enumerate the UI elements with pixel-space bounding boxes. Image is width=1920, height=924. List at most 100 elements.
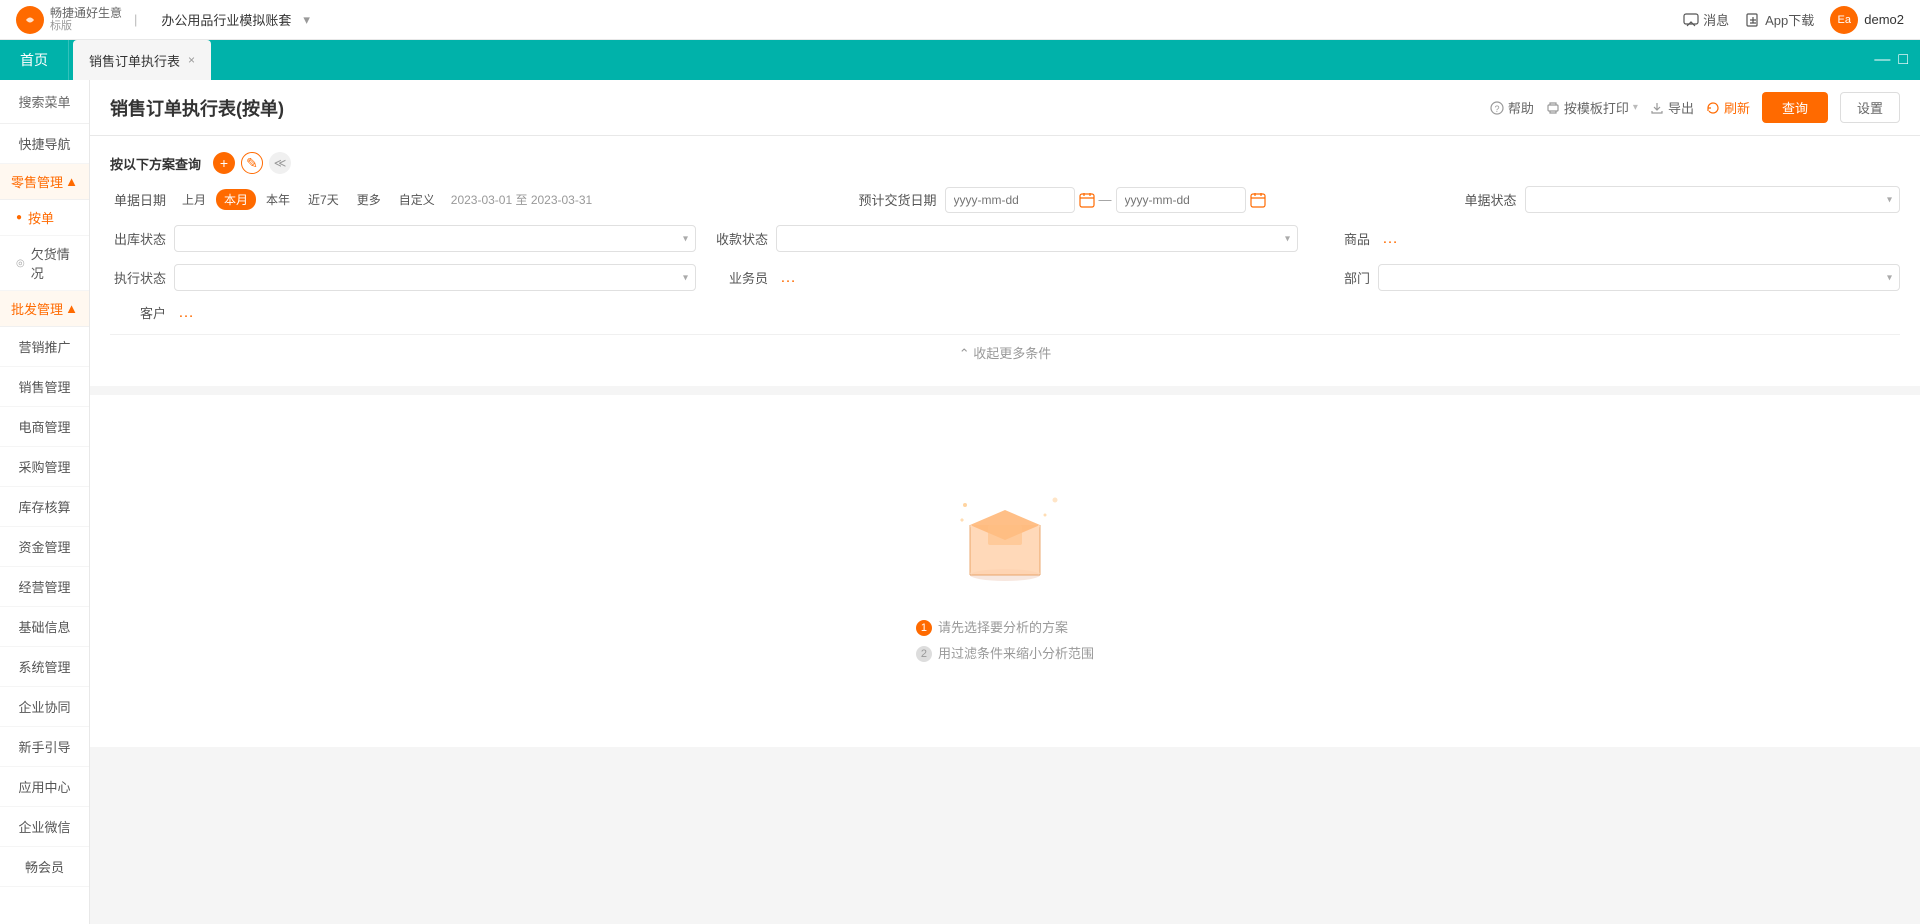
refresh-button[interactable]: 刷新 bbox=[1706, 98, 1750, 117]
sidebar-item-sales-mgmt[interactable]: 销售管理 bbox=[0, 367, 89, 407]
export-icon bbox=[1650, 101, 1664, 115]
out-status-select[interactable] bbox=[174, 225, 696, 252]
filter-title: 按以下方案查询 bbox=[110, 154, 201, 173]
expected-date-from[interactable] bbox=[945, 187, 1075, 213]
sidebar-search-area: 搜索菜单 bbox=[0, 80, 89, 124]
nav-path: 办公用品行业模拟账套 bbox=[161, 10, 291, 29]
page-header: 销售订单执行表(按单) ? 帮助 按模板打印 ▾ 导出 刷新 bbox=[90, 80, 1920, 136]
content-area: 销售订单执行表(按单) ? 帮助 按模板打印 ▾ 导出 刷新 bbox=[90, 80, 1920, 924]
svg-text:?: ? bbox=[1494, 104, 1499, 114]
date-tab-custom[interactable]: 自定义 bbox=[391, 189, 443, 210]
sidebar-item-wholesale-mgmt[interactable]: 批发管理 ▲ bbox=[0, 291, 89, 327]
empty-illustration bbox=[945, 475, 1065, 595]
active-dot-icon: ● bbox=[16, 212, 22, 223]
sidebar-item-finance[interactable]: 资金管理 bbox=[0, 527, 89, 567]
date-tab-last-month[interactable]: 上月 bbox=[174, 189, 214, 210]
date-tab-this-month[interactable]: 本月 bbox=[216, 189, 256, 210]
calendar-to-icon bbox=[1250, 192, 1266, 208]
collapse-filter-button[interactable]: ≪ bbox=[269, 152, 291, 174]
query-button[interactable]: 查询 bbox=[1762, 92, 1828, 123]
customer-picker-button[interactable]: … bbox=[174, 304, 198, 322]
order-status-control: ▾ bbox=[1525, 186, 1901, 213]
edit-plan-button[interactable]: ✎ bbox=[241, 152, 263, 174]
export-button[interactable]: 导出 bbox=[1650, 98, 1694, 117]
sidebar-item-inventory[interactable]: 库存核算 bbox=[0, 487, 89, 527]
app-logo bbox=[16, 6, 44, 34]
tab-sales-order[interactable]: 销售订单执行表 × bbox=[73, 40, 211, 80]
filter-item-goods: 商品 … bbox=[1314, 229, 1900, 248]
help-button[interactable]: ? 帮助 bbox=[1490, 98, 1534, 117]
window-minimize-icon[interactable]: — bbox=[1874, 51, 1890, 69]
sidebar-item-shortcut[interactable]: 快捷导航 bbox=[0, 124, 89, 164]
sidebar-item-system-mgmt[interactable]: 系统管理 bbox=[0, 647, 89, 687]
user-area[interactable]: Ea demo2 bbox=[1830, 6, 1904, 34]
sidebar-item-app-center[interactable]: 应用中心 bbox=[0, 767, 89, 807]
date-tab-7days[interactable]: 近7天 bbox=[300, 189, 347, 210]
date-filter: 上月 本月 本年 近7天 更多 自定义 2023-03-01 至 2023-03… bbox=[174, 189, 843, 210]
goods-picker-button[interactable]: … bbox=[1378, 230, 1402, 248]
salesman-picker-button[interactable]: … bbox=[776, 269, 800, 287]
tab-bar: 首页 销售订单执行表 × — □ bbox=[0, 40, 1920, 80]
sidebar-item-by-order[interactable]: ● 按单 bbox=[0, 200, 89, 236]
print-button[interactable]: 按模板打印 ▾ bbox=[1546, 98, 1638, 117]
tab-close-icon[interactable]: × bbox=[188, 53, 195, 67]
filter-item-salesman: 业务员 … bbox=[712, 268, 1298, 287]
sidebar-item-new-guide[interactable]: 新手引导 bbox=[0, 727, 89, 767]
sidebar-item-retail-mgmt[interactable]: 零售管理 ▲ bbox=[0, 164, 89, 200]
date-tab-more[interactable]: 更多 bbox=[349, 189, 389, 210]
receive-status-select[interactable] bbox=[776, 225, 1298, 252]
settings-button[interactable]: 设置 bbox=[1840, 92, 1900, 123]
date-separator: — bbox=[1099, 192, 1112, 207]
help-icon: ? bbox=[1490, 101, 1504, 115]
hint-item-1: 1 请先选择要分析的方案 bbox=[916, 615, 1094, 641]
user-avatar: Ea bbox=[1830, 6, 1858, 34]
tab-home[interactable]: 首页 bbox=[0, 40, 69, 80]
filter-item-date: 单据日期 上月 本月 本年 近7天 更多 自定义 2023-03-01 bbox=[110, 189, 843, 210]
empty-hints: 1 请先选择要分析的方案 2 用过滤条件来缩小分析范围 bbox=[916, 615, 1094, 667]
order-status-label: 单据状态 bbox=[1461, 190, 1517, 209]
message-button[interactable]: 消息 bbox=[1683, 10, 1729, 29]
out-status-control: ▾ bbox=[174, 225, 696, 252]
search-menu-button[interactable]: 搜索菜单 bbox=[8, 88, 81, 115]
filter-row-1: 单据日期 上月 本月 本年 近7天 更多 自定义 2023-03-01 bbox=[110, 186, 1900, 213]
tab-bar-actions: — □ bbox=[1874, 51, 1920, 69]
top-bar-right: 消息 App下载 Ea demo2 bbox=[1683, 6, 1904, 34]
sidebar-item-enterprise-wechat[interactable]: 企业微信 bbox=[0, 807, 89, 847]
expected-date-to[interactable] bbox=[1116, 187, 1246, 213]
filter-item-order-status: 单据状态 ▾ bbox=[1461, 186, 1901, 213]
sidebar-item-operations[interactable]: 经营管理 bbox=[0, 567, 89, 607]
window-maximize-icon[interactable]: □ bbox=[1898, 51, 1908, 69]
sidebar-item-member[interactable]: 畅会员 bbox=[0, 847, 89, 887]
exec-status-control: ▾ bbox=[174, 264, 696, 291]
filter-row-2: 出库状态 ▾ 收款状态 ▾ bbox=[110, 225, 1900, 252]
sidebar-item-purchase[interactable]: 采购管理 bbox=[0, 447, 89, 487]
sidebar-item-marketing[interactable]: 营销推广 bbox=[0, 327, 89, 367]
empty-state: 1 请先选择要分析的方案 2 用过滤条件来缩小分析范围 bbox=[90, 395, 1920, 747]
section-divider bbox=[90, 386, 1920, 394]
customer-label: 客户 bbox=[110, 303, 166, 322]
collapse-arrow-icon: ⌃ bbox=[959, 346, 974, 361]
filter-actions: + ✎ ≪ bbox=[213, 152, 291, 174]
exec-status-select[interactable] bbox=[174, 264, 696, 291]
order-status-select[interactable] bbox=[1525, 186, 1901, 213]
nav-dropdown-icon[interactable]: ▾ bbox=[303, 12, 310, 28]
date-label: 单据日期 bbox=[110, 190, 166, 209]
download-button[interactable]: App下载 bbox=[1745, 10, 1814, 29]
calendar-from-icon bbox=[1079, 192, 1095, 208]
sidebar-item-basic-info[interactable]: 基础信息 bbox=[0, 607, 89, 647]
date-tab-this-year[interactable]: 本年 bbox=[258, 189, 298, 210]
expected-date-inputs: — bbox=[945, 187, 1445, 213]
filter-row-3: 执行状态 ▾ 业务员 … 部门 bbox=[110, 264, 1900, 291]
expected-date-label: 预计交货日期 bbox=[859, 190, 937, 209]
sidebar-item-ecommerce[interactable]: 电商管理 bbox=[0, 407, 89, 447]
top-bar-left: 畅捷通好生意 标版 | 办公用品行业模拟账套 ▾ bbox=[16, 6, 310, 34]
add-plan-button[interactable]: + bbox=[213, 152, 235, 174]
collapse-more-button[interactable]: ⌃ 收起更多条件 bbox=[110, 334, 1900, 370]
print-dropdown-icon[interactable]: ▾ bbox=[1633, 102, 1638, 113]
dept-select[interactable] bbox=[1378, 264, 1900, 291]
sidebar-item-backorder[interactable]: ◎ 欠货情况 bbox=[0, 236, 89, 291]
refresh-icon bbox=[1706, 101, 1720, 115]
page-title: 销售订单执行表(按单) bbox=[110, 95, 284, 121]
print-icon bbox=[1546, 101, 1560, 115]
sidebar-item-enterprise-collab[interactable]: 企业协同 bbox=[0, 687, 89, 727]
